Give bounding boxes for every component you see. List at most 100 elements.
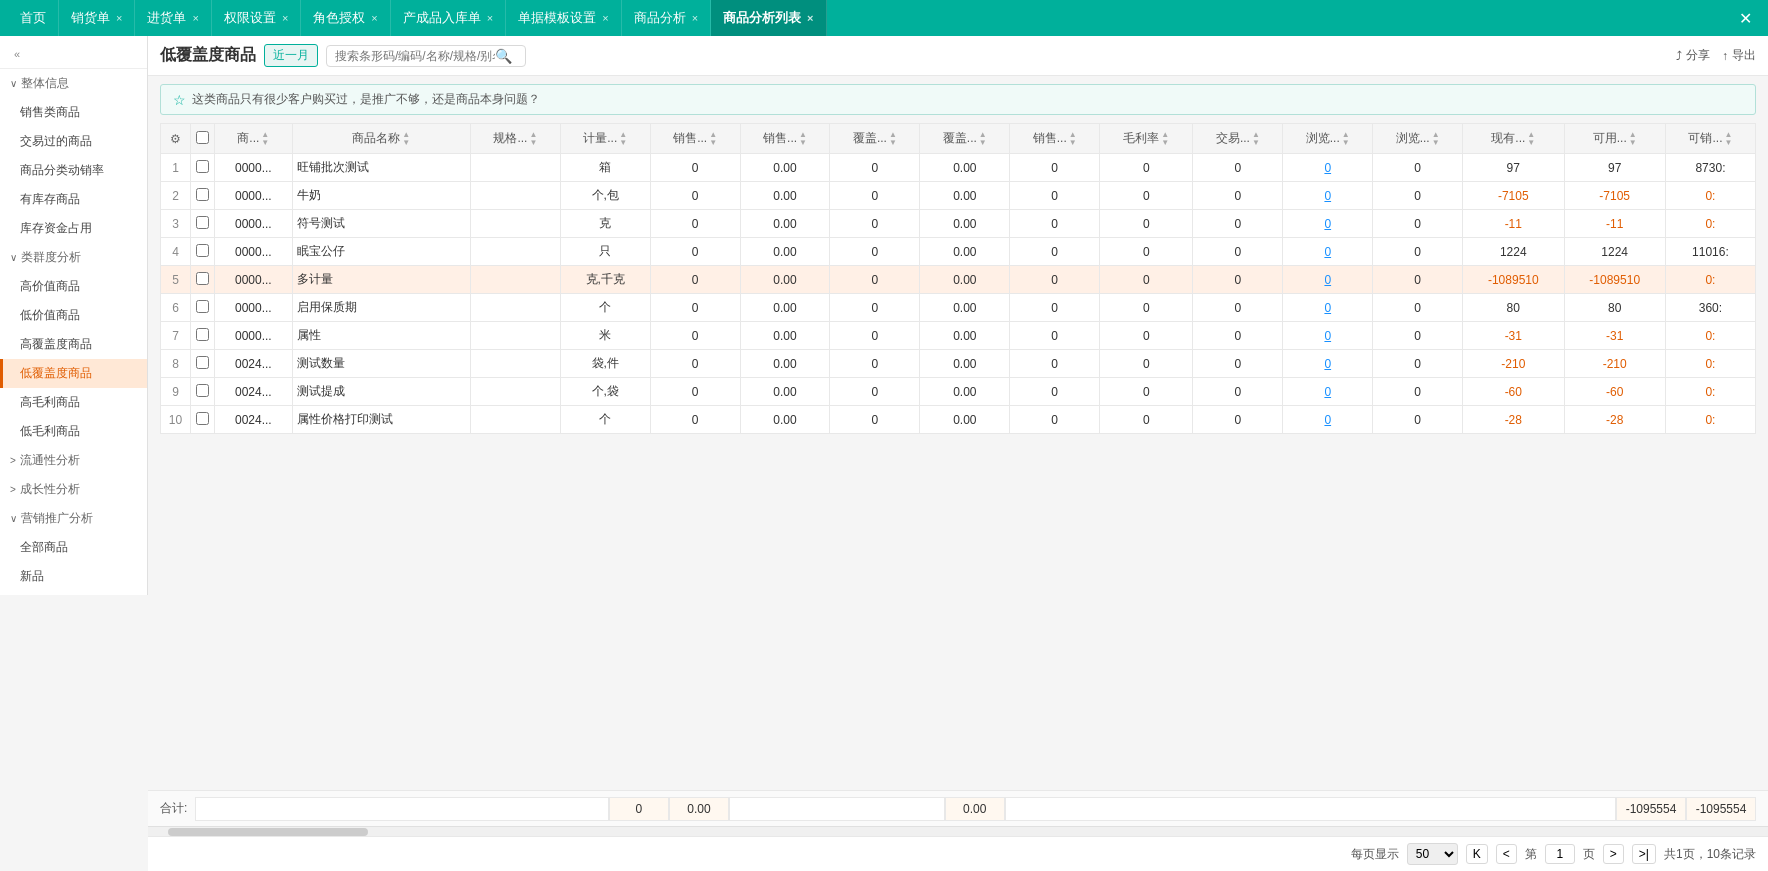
th-browse2[interactable]: 浏览... ▲▼ (1373, 124, 1463, 154)
sidebar-item-stock-fund[interactable]: 库存资金占用 (0, 214, 147, 243)
sidebar-item-stock-goods[interactable]: 有库存商品 (0, 185, 147, 214)
nav-tab-permissions[interactable]: 权限设置 × (212, 0, 301, 36)
close-tab-warehouse[interactable]: × (487, 12, 493, 24)
nav-tab-home[interactable]: 首页 (8, 0, 59, 36)
cell-check[interactable] (191, 294, 215, 322)
cell-browse1[interactable]: 0 (1283, 350, 1373, 378)
scrollbar-thumb[interactable] (168, 828, 368, 836)
th-sales3[interactable]: 销售... ▲▼ (1010, 124, 1100, 154)
sidebar-item-low-margin[interactable]: 低毛利商品 (0, 417, 147, 446)
share-button[interactable]: ⤴ 分享 (1676, 47, 1710, 64)
th-stock-sale[interactable]: 可销... ▲▼ (1665, 124, 1755, 154)
th-cover2[interactable]: 覆盖... ▲▼ (920, 124, 1010, 154)
sidebar-item-category-rate[interactable]: 商品分类动销率 (0, 156, 147, 185)
sidebar-item-all-goods[interactable]: 全部商品 (0, 533, 147, 562)
cell-check[interactable] (191, 238, 215, 266)
nav-tab-roles[interactable]: 角色授权 × (301, 0, 390, 36)
last-page-button[interactable]: >| (1632, 844, 1656, 864)
first-page-button[interactable]: K (1466, 844, 1488, 864)
th-gear[interactable]: ⚙ (161, 124, 191, 154)
close-tab-permissions[interactable]: × (282, 12, 288, 24)
cell-check[interactable] (191, 378, 215, 406)
th-check[interactable] (191, 124, 215, 154)
page-number-input[interactable] (1545, 844, 1575, 864)
th-code[interactable]: 商... ▲▼ (215, 124, 293, 154)
nav-tab-template[interactable]: 单据模板设置 × (506, 0, 621, 36)
sidebar-section-marketing[interactable]: ∨ 营销推广分析 (0, 504, 147, 533)
sidebar-item-sales-goods[interactable]: 销售类商品 (0, 98, 147, 127)
horizontal-scrollbar[interactable] (148, 826, 1768, 836)
cell-check[interactable] (191, 182, 215, 210)
table-row[interactable]: 7 0000... 属性 米 0 0.00 0 0.00 0 0 0 0 0 -… (161, 322, 1756, 350)
page-size-select[interactable]: 50 10 20 100 (1407, 843, 1458, 865)
close-tab-analysis-list[interactable]: × (807, 12, 813, 24)
th-unit[interactable]: 计量... ▲▼ (560, 124, 650, 154)
search-input[interactable] (335, 49, 495, 63)
table-row[interactable]: 1 0000... 旺铺批次测试 箱 0 0.00 0 0.00 0 0 0 0… (161, 154, 1756, 182)
close-tab-sales[interactable]: × (116, 12, 122, 24)
table-row[interactable]: 9 0024... 测试提成 个,袋 0 0.00 0 0.00 0 0 0 0… (161, 378, 1756, 406)
cell-browse1[interactable]: 0 (1283, 266, 1373, 294)
sidebar-section-overall[interactable]: ∨ 整体信息 (0, 69, 147, 98)
cell-browse1[interactable]: 0 (1283, 238, 1373, 266)
th-sales-amt[interactable]: 销售... ▲▼ (740, 124, 830, 154)
nav-tab-analysis[interactable]: 商品分析 × (622, 0, 711, 36)
table-row[interactable]: 10 0024... 属性价格打印测试 个 0 0.00 0 0.00 0 0 … (161, 406, 1756, 434)
cell-browse1[interactable]: 0 (1283, 378, 1373, 406)
date-filter-button[interactable]: 近一月 (264, 44, 318, 67)
cell-browse1[interactable]: 0 (1283, 210, 1373, 238)
cell-check[interactable] (191, 406, 215, 434)
nav-tab-sales[interactable]: 销货单 × (59, 0, 135, 36)
sidebar-item-high-margin[interactable]: 高毛利商品 (0, 388, 147, 417)
table-row[interactable]: 5 0000... 多计量 克,千克 0 0.00 0 0.00 0 0 0 0… (161, 266, 1756, 294)
th-spec[interactable]: 规格... ▲▼ (470, 124, 560, 154)
cell-browse1[interactable]: 0 (1283, 182, 1373, 210)
th-stock-cur[interactable]: 现有... ▲▼ (1463, 124, 1564, 154)
sidebar-item-high-value[interactable]: 高价值商品 (0, 272, 147, 301)
th-gross[interactable]: 毛利率 ▲▼ (1100, 124, 1193, 154)
th-browse1[interactable]: 浏览... ▲▼ (1283, 124, 1373, 154)
th-trans[interactable]: 交易... ▲▼ (1193, 124, 1283, 154)
sidebar-section-cluster[interactable]: ∨ 类群度分析 (0, 243, 147, 272)
table-row[interactable]: 8 0024... 测试数量 袋,件 0 0.00 0 0.00 0 0 0 0… (161, 350, 1756, 378)
prev-page-button[interactable]: < (1496, 844, 1517, 864)
sidebar-item-low-value[interactable]: 低价值商品 (0, 301, 147, 330)
th-sales-qty[interactable]: 销售... ▲▼ (650, 124, 740, 154)
table-row[interactable]: 3 0000... 符号测试 克 0 0.00 0 0.00 0 0 0 0 0… (161, 210, 1756, 238)
th-stock-avail[interactable]: 可用... ▲▼ (1564, 124, 1665, 154)
cell-browse1[interactable]: 0 (1283, 406, 1373, 434)
sidebar-section-flow[interactable]: > 流通性分析 (0, 446, 147, 475)
sidebar-item-new-goods[interactable]: 新品 (0, 562, 147, 591)
nav-tab-warehouse[interactable]: 产成品入库单 × (391, 0, 506, 36)
close-tab-analysis[interactable]: × (692, 12, 698, 24)
cell-check[interactable] (191, 350, 215, 378)
select-all-checkbox[interactable] (196, 131, 209, 144)
table-row[interactable]: 2 0000... 牛奶 个,包 0 0.00 0 0.00 0 0 0 0 0… (161, 182, 1756, 210)
cell-browse1[interactable]: 0 (1283, 294, 1373, 322)
table-wrapper[interactable]: ⚙ 商... ▲▼ 商品名称 (160, 123, 1756, 790)
cell-browse1[interactable]: 0 (1283, 322, 1373, 350)
nav-tab-purchase[interactable]: 进货单 × (135, 0, 211, 36)
cell-check[interactable] (191, 322, 215, 350)
next-page-button[interactable]: > (1603, 844, 1624, 864)
search-icon[interactable]: 🔍 (495, 48, 512, 64)
table-row[interactable]: 6 0000... 启用保质期 个 0 0.00 0 0.00 0 0 0 0 … (161, 294, 1756, 322)
nav-tab-analysis-list[interactable]: 商品分析列表 × (711, 0, 826, 36)
sidebar-item-low-coverage[interactable]: 低覆盖度商品 (0, 359, 147, 388)
th-cover1[interactable]: 覆盖... ▲▼ (830, 124, 920, 154)
window-close-button[interactable]: ✕ (1731, 9, 1760, 28)
cell-browse1[interactable]: 0 (1283, 154, 1373, 182)
cell-check[interactable] (191, 210, 215, 238)
gear-icon[interactable]: ⚙ (170, 132, 181, 146)
th-name[interactable]: 商品名称 ▲▼ (292, 124, 470, 154)
table-row[interactable]: 4 0000... 眠宝公仔 只 0 0.00 0 0.00 0 0 0 0 0… (161, 238, 1756, 266)
sidebar-item-high-coverage[interactable]: 高覆盖度商品 (0, 330, 147, 359)
export-button[interactable]: ↑ 导出 (1722, 47, 1756, 64)
sidebar-section-growth[interactable]: > 成长性分析 (0, 475, 147, 504)
sidebar-collapse-btn[interactable]: « (8, 46, 26, 62)
sidebar-item-traded-goods[interactable]: 交易过的商品 (0, 127, 147, 156)
cell-check[interactable] (191, 266, 215, 294)
close-tab-purchase[interactable]: × (192, 12, 198, 24)
close-tab-template[interactable]: × (602, 12, 608, 24)
cell-check[interactable] (191, 154, 215, 182)
